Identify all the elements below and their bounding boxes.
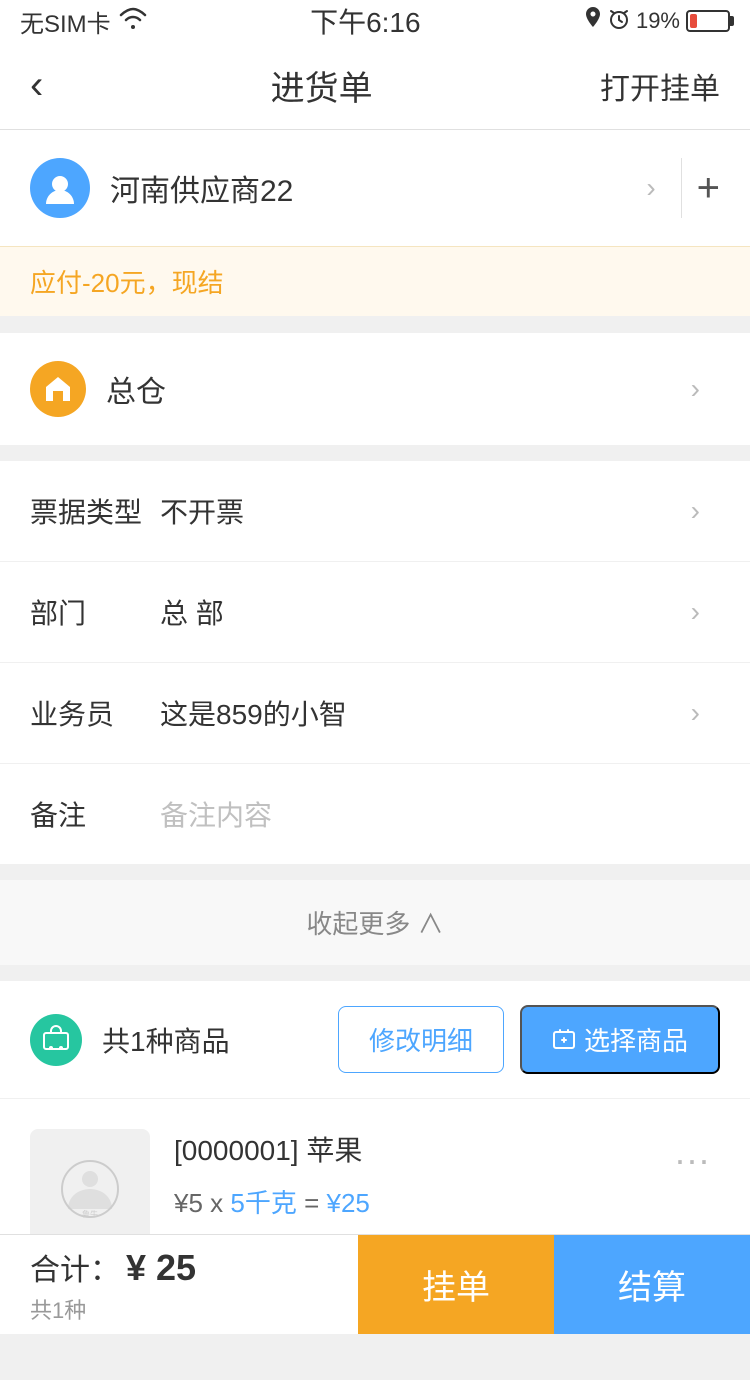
remark-placeholder: 备注内容 — [160, 794, 720, 834]
total-amount: ¥ 25 — [126, 1247, 196, 1289]
settle-button[interactable]: 结算 — [554, 1235, 750, 1334]
supplier-section: 河南供应商22 › + 应付-20元，现结 — [0, 130, 750, 316]
home-icon — [42, 373, 74, 405]
department-row[interactable]: 部门 总 部 › — [0, 562, 750, 663]
collapse-label: 收起更多 ∧ — [306, 909, 443, 939]
user-icon — [42, 170, 78, 206]
warehouse-row[interactable]: 总仓 › — [0, 332, 750, 445]
cart-icon — [41, 1025, 71, 1055]
invoice-type-value: 不开票 — [160, 491, 691, 531]
edit-detail-button[interactable]: 修改明细 — [338, 1006, 504, 1073]
warehouse-chevron-icon: › — [691, 373, 700, 405]
status-bar: 无SIM卡 下午6:16 19% — [0, 0, 750, 42]
status-bar-time: 下午6:16 — [310, 1, 421, 41]
salesperson-label: 业务员 — [30, 693, 160, 733]
product-code: [0000001] — [174, 1135, 306, 1166]
invoice-type-chevron-icon: › — [691, 495, 700, 527]
back-button[interactable]: ‹ — [30, 63, 43, 108]
wifi-icon — [119, 7, 147, 36]
salesperson-row[interactable]: 业务员 这是859的小智 › — [0, 663, 750, 764]
products-count-label: 共1种商品 — [102, 1020, 338, 1060]
battery-percentage: 19% — [636, 8, 680, 34]
total-main: 合计： ¥ 25 — [30, 1245, 328, 1289]
supplier-row[interactable]: 河南供应商22 › + — [0, 130, 750, 246]
status-bar-right: 19% — [584, 7, 730, 35]
total-label: 合计： — [30, 1245, 120, 1289]
status-bar-left: 无SIM卡 — [20, 4, 147, 39]
equals-sign: = — [304, 1188, 326, 1218]
product-name: [0000001] 苹果 — [174, 1129, 664, 1169]
select-product-icon — [552, 1028, 576, 1052]
product-thumbnail: 鲁牛 — [30, 1129, 150, 1249]
products-header: 共1种商品 修改明细 选择商品 — [0, 981, 750, 1099]
products-icon — [30, 1014, 82, 1066]
page-title: 进货单 — [271, 61, 373, 110]
warehouse-icon — [30, 361, 86, 417]
department-label: 部门 — [30, 592, 160, 632]
department-chevron-icon: › — [691, 596, 700, 628]
form-section: 票据类型 不开票 › 部门 总 部 › 业务员 这是859的小智 › 备注 备注… — [0, 461, 750, 864]
collapse-row[interactable]: 收起更多 ∧ — [0, 880, 750, 965]
select-product-label: 选择商品 — [584, 1021, 688, 1058]
alarm-icon — [608, 7, 630, 35]
vertical-divider — [681, 158, 682, 218]
svg-text:鲁牛: 鲁牛 — [82, 1209, 98, 1219]
salesperson-chevron-icon: › — [691, 697, 700, 729]
info-text: 应付-20元，现结 — [30, 268, 224, 298]
product-price-row: ¥5 x 5千克 = ¥25 — [174, 1183, 664, 1220]
supplier-avatar — [30, 158, 90, 218]
product-placeholder-icon: 鲁牛 — [58, 1157, 122, 1221]
product-more-button[interactable]: ··· — [664, 1139, 720, 1181]
unit-price: ¥5 x — [174, 1188, 230, 1218]
invoice-type-label: 票据类型 — [30, 491, 160, 531]
carrier-label: 无SIM卡 — [20, 4, 111, 39]
select-product-button[interactable]: 选择商品 — [520, 1005, 720, 1074]
total-price: ¥25 — [327, 1188, 370, 1218]
supplier-name: 河南供应商22 — [110, 166, 646, 210]
invoice-type-row[interactable]: 票据类型 不开票 › — [0, 461, 750, 562]
supplier-chevron-icon: › — [646, 172, 655, 204]
bottom-bar: 合计： ¥ 25 共1种 挂单 结算 — [0, 1234, 750, 1334]
nav-bar: ‹ 进货单 打开挂单 — [0, 42, 750, 130]
main-content: 河南供应商22 › + 应付-20元，现结 总仓 › 票据类型 不开票 › — [0, 130, 750, 1380]
open-pending-button[interactable]: 打开挂单 — [600, 64, 720, 108]
quantity-value: 5千克 — [230, 1188, 296, 1218]
warehouse-section: 总仓 › — [0, 332, 750, 445]
location-icon — [584, 7, 602, 35]
info-banner: 应付-20元，现结 — [0, 246, 750, 316]
remark-label: 备注 — [30, 794, 160, 834]
bottom-total: 合计： ¥ 25 共1种 — [0, 1245, 358, 1325]
total-sub-label: 共1种 — [30, 1293, 328, 1325]
salesperson-value: 这是859的小智 — [160, 693, 691, 733]
battery-icon — [686, 10, 730, 32]
add-supplier-button[interactable]: + — [697, 166, 720, 211]
product-title: 苹果 — [306, 1135, 362, 1166]
hold-button[interactable]: 挂单 — [358, 1235, 554, 1334]
warehouse-name: 总仓 — [106, 367, 691, 411]
remark-row[interactable]: 备注 备注内容 — [0, 764, 750, 864]
department-value: 总 部 — [160, 592, 691, 632]
product-info: [0000001] 苹果 ¥5 x 5千克 = ¥25 — [174, 1129, 664, 1220]
